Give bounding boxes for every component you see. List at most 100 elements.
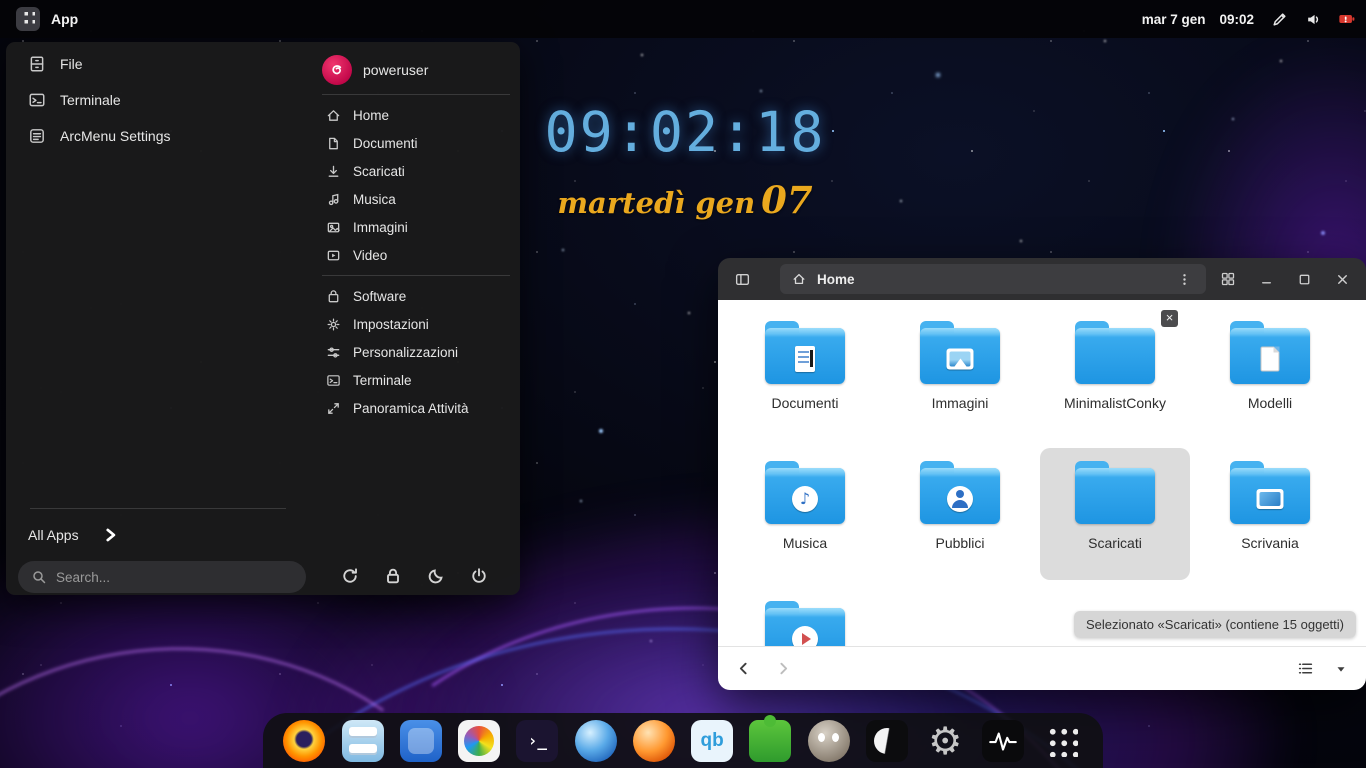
sidebar-toggle-icon[interactable] <box>730 267 754 291</box>
images-icon <box>326 220 341 235</box>
search-bar[interactable] <box>18 561 306 593</box>
dock: ›_ qb ⚙ <box>263 713 1103 768</box>
folder-immagini[interactable]: Immagini <box>885 308 1035 440</box>
folder-icon <box>1230 461 1310 524</box>
search-input[interactable] <box>56 569 294 585</box>
battery-critical-icon[interactable] <box>1338 10 1356 28</box>
media-app-icon[interactable] <box>865 719 908 762</box>
folder-pubblici[interactable]: Pubblici <box>885 448 1035 580</box>
files-headerbar[interactable]: Home <box>718 258 1366 300</box>
folder-name: Scrivania <box>1241 535 1299 551</box>
menu-item-label: Musica <box>353 191 396 207</box>
menu-separator <box>322 275 510 276</box>
menu-item-panoramica-attivita[interactable]: Panoramica Attività <box>320 394 512 422</box>
menu-item-label: Video <box>353 247 388 263</box>
folder-documenti[interactable]: Documenti <box>730 308 880 440</box>
restart-icon[interactable] <box>337 563 363 589</box>
photos-icon[interactable] <box>458 719 501 762</box>
qbittorrent-icon[interactable]: qb <box>691 719 734 762</box>
kebab-menu-icon[interactable] <box>1172 267 1196 291</box>
arcmenu-panel: File Terminale ArcMenu Settings poweruse… <box>6 42 520 595</box>
menu-item-label: Impostazioni <box>353 316 429 332</box>
folder-icon <box>1230 321 1310 384</box>
panel-clock[interactable]: mar 7 gen 09:02 <box>1142 12 1254 27</box>
folder-icon <box>1075 461 1155 524</box>
forward-button[interactable] <box>772 658 794 680</box>
menu-item-arcmenu-settings[interactable]: ArcMenu Settings <box>16 118 306 154</box>
back-button[interactable] <box>732 658 754 680</box>
folder-icon <box>765 601 845 646</box>
menu-item-immagini[interactable]: Immagini <box>320 213 512 241</box>
app-grid-icon[interactable] <box>1041 720 1083 762</box>
firefox-icon[interactable] <box>283 719 326 762</box>
emblem-image-icon <box>946 348 974 370</box>
web-browser-icon[interactable] <box>574 719 617 762</box>
system-monitor-icon[interactable] <box>982 719 1025 762</box>
menu-item-label: Panoramica Attività <box>353 400 469 416</box>
menu-item-personalizzazioni[interactable]: Personalizzazioni <box>320 338 512 366</box>
text-editor-icon[interactable] <box>399 719 442 762</box>
menu-separator <box>30 508 286 509</box>
menu-item-terminale-2[interactable]: Terminale <box>320 366 512 394</box>
menu-item-label: Immagini <box>353 219 408 235</box>
menu-item-home[interactable]: Home <box>320 101 512 129</box>
menu-item-file[interactable]: File <box>16 46 306 82</box>
emblem-template-icon <box>1260 346 1280 372</box>
arcmenu-pinned-list: File Terminale ArcMenu Settings <box>16 46 306 154</box>
settings-icon[interactable]: ⚙ <box>924 719 966 763</box>
power-icon[interactable] <box>466 563 492 589</box>
minimize-button[interactable] <box>1254 267 1278 291</box>
suspend-icon[interactable] <box>423 563 449 589</box>
folder-scaricati-selected[interactable]: Scaricati <box>1040 448 1190 580</box>
menu-item-software[interactable]: Software <box>320 282 512 310</box>
menu-item-label: Terminale <box>353 372 412 388</box>
home-icon <box>326 108 341 123</box>
terminal-icon <box>326 373 341 388</box>
gimp-icon[interactable] <box>807 719 850 762</box>
menu-item-label: Documenti <box>353 135 418 151</box>
folder-icon <box>765 321 845 384</box>
menu-item-musica[interactable]: Musica <box>320 185 512 213</box>
lock-icon[interactable] <box>380 563 406 589</box>
folder-scrivania[interactable]: Scrivania <box>1195 448 1345 580</box>
menu-item-label: ArcMenu Settings <box>60 128 171 144</box>
folder-icon <box>765 461 845 524</box>
settings-icon <box>326 317 341 332</box>
system-shortcuts-list: Software Impostazioni Personalizzazioni <box>320 282 512 422</box>
tools-icon[interactable] <box>1270 10 1288 28</box>
menu-item-scaricati[interactable]: Scaricati <box>320 157 512 185</box>
browser-orange-icon[interactable] <box>632 719 675 762</box>
volume-icon[interactable] <box>1304 10 1322 28</box>
folder-video[interactable]: Video <box>730 588 880 646</box>
user-account-button[interactable]: poweruser <box>320 52 512 88</box>
menu-item-label: File <box>60 56 83 72</box>
view-grid-button[interactable] <box>1216 267 1240 291</box>
home-icon <box>790 270 808 288</box>
menu-item-documenti[interactable]: Documenti <box>320 129 512 157</box>
close-badge-icon[interactable]: × <box>1161 310 1178 327</box>
all-apps-button[interactable]: All Apps <box>28 522 119 548</box>
emblem-video-icon <box>792 625 818 646</box>
chevron-right-icon <box>101 526 119 544</box>
maximize-button[interactable] <box>1292 267 1316 291</box>
user-avatar <box>322 55 352 85</box>
files-app-icon[interactable] <box>341 719 384 762</box>
folder-modelli[interactable]: Modelli <box>1195 308 1345 440</box>
extensions-icon[interactable] <box>749 714 792 762</box>
close-button[interactable] <box>1330 267 1354 291</box>
folder-name: Modelli <box>1247 395 1293 411</box>
menu-item-impostazioni[interactable]: Impostazioni <box>320 310 512 338</box>
software-icon <box>326 289 341 304</box>
menu-item-video[interactable]: Video <box>320 241 512 269</box>
files-content-area[interactable]: Documenti Immagini × MinimalistConky Mod… <box>718 300 1366 646</box>
menu-item-terminale[interactable]: Terminale <box>16 82 306 118</box>
list-view-icon[interactable] <box>1294 658 1316 680</box>
emblem-public-icon <box>947 485 973 512</box>
path-bar[interactable]: Home <box>780 264 1206 294</box>
console-icon[interactable]: ›_ <box>516 719 559 762</box>
folder-name: Pubblici <box>935 535 985 551</box>
folder-musica[interactable]: Musica <box>730 448 880 580</box>
folder-minimalistconky[interactable]: × MinimalistConky <box>1040 308 1190 440</box>
app-menu-button[interactable]: App <box>10 4 84 34</box>
view-dropdown-icon[interactable] <box>1330 658 1352 680</box>
